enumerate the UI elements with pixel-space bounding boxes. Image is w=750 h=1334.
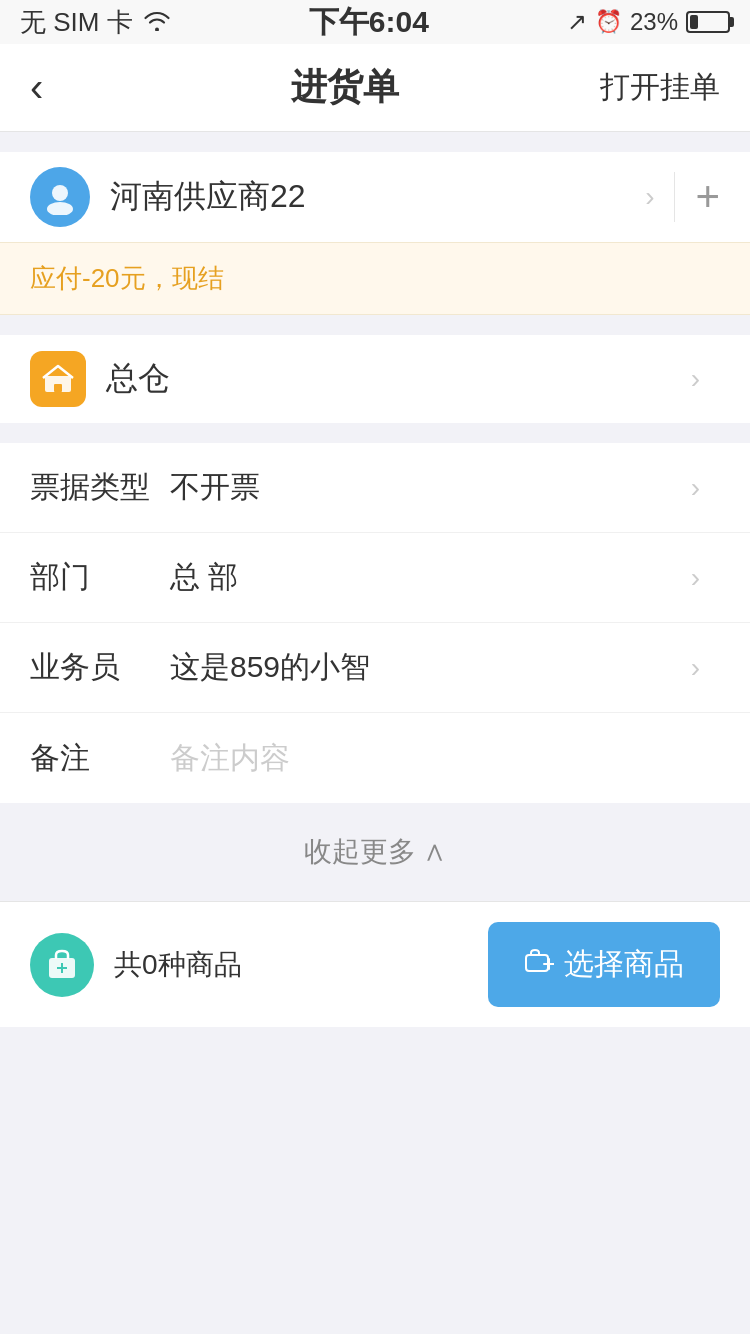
battery-label: 23% xyxy=(630,8,678,36)
select-product-icon xyxy=(524,948,554,982)
notice-text: 应付-20元，现结 xyxy=(30,263,224,293)
nav-bar: ‹ 进货单 打开挂单 xyxy=(0,44,750,132)
gap-1 xyxy=(0,132,750,152)
status-time: 下午6:04 xyxy=(309,2,429,43)
location-icon: ↗ xyxy=(567,8,587,36)
department-label: 部门 xyxy=(30,557,160,598)
collapse-label: 收起更多 ∧ xyxy=(304,836,447,867)
notice-bar: 应付-20元，现结 xyxy=(0,242,750,315)
warehouse-chevron-icon: › xyxy=(691,363,700,395)
remark-value: 备注内容 xyxy=(160,738,720,779)
open-pending-button[interactable]: 打开挂单 xyxy=(600,67,720,108)
department-row[interactable]: 部门 总 部 › xyxy=(0,533,750,623)
salesperson-value: 这是859的小智 xyxy=(160,647,691,688)
svg-rect-3 xyxy=(54,384,62,392)
supplier-chevron-icon: › xyxy=(645,181,654,213)
alarm-icon: ⏰ xyxy=(595,9,622,35)
supplier-card: 河南供应商22 › + 应付-20元，现结 xyxy=(0,152,750,315)
content-fill xyxy=(0,1027,750,1327)
supplier-divider xyxy=(674,172,675,222)
department-chevron: › xyxy=(691,562,700,594)
svg-point-0 xyxy=(52,185,68,201)
select-product-label: 选择商品 xyxy=(564,944,684,985)
warehouse-icon xyxy=(30,351,86,407)
select-product-button[interactable]: 选择商品 xyxy=(488,922,720,1007)
supplier-name: 河南供应商22 xyxy=(110,175,645,219)
invoice-type-value: 不开票 xyxy=(160,467,691,508)
invoice-type-label: 票据类型 xyxy=(30,467,160,508)
salesperson-row[interactable]: 业务员 这是859的小智 › xyxy=(0,623,750,713)
carrier-label: 无 SIM 卡 xyxy=(20,5,133,40)
remark-row[interactable]: 备注 备注内容 xyxy=(0,713,750,803)
product-count-icon xyxy=(30,933,94,997)
battery-icon xyxy=(686,11,730,33)
supplier-avatar xyxy=(30,167,90,227)
back-button[interactable]: ‹ xyxy=(30,65,90,110)
invoice-type-chevron: › xyxy=(691,472,700,504)
product-count-text: 共0种商品 xyxy=(114,946,468,984)
wifi-icon xyxy=(143,7,171,38)
status-left: 无 SIM 卡 xyxy=(20,5,171,40)
form-section: 票据类型 不开票 › 部门 总 部 › 业务员 这是859的小智 › 备注 备注… xyxy=(0,443,750,803)
warehouse-name: 总仓 xyxy=(106,357,691,401)
salesperson-chevron: › xyxy=(691,652,700,684)
svg-point-1 xyxy=(47,202,73,215)
invoice-type-row[interactable]: 票据类型 不开票 › xyxy=(0,443,750,533)
warehouse-row[interactable]: 总仓 › xyxy=(0,335,750,423)
bottom-bar: 共0种商品 选择商品 xyxy=(0,901,750,1027)
status-right: ↗ ⏰ 23% xyxy=(567,8,730,36)
page-title: 进货单 xyxy=(291,63,399,112)
add-supplier-button[interactable]: + xyxy=(695,173,720,221)
collapse-button[interactable]: 收起更多 ∧ xyxy=(0,803,750,901)
supplier-row[interactable]: 河南供应商22 › + xyxy=(0,152,750,242)
remark-label: 备注 xyxy=(30,738,160,779)
department-value: 总 部 xyxy=(160,557,691,598)
salesperson-label: 业务员 xyxy=(30,647,160,688)
status-bar: 无 SIM 卡 下午6:04 ↗ ⏰ 23% xyxy=(0,0,750,44)
